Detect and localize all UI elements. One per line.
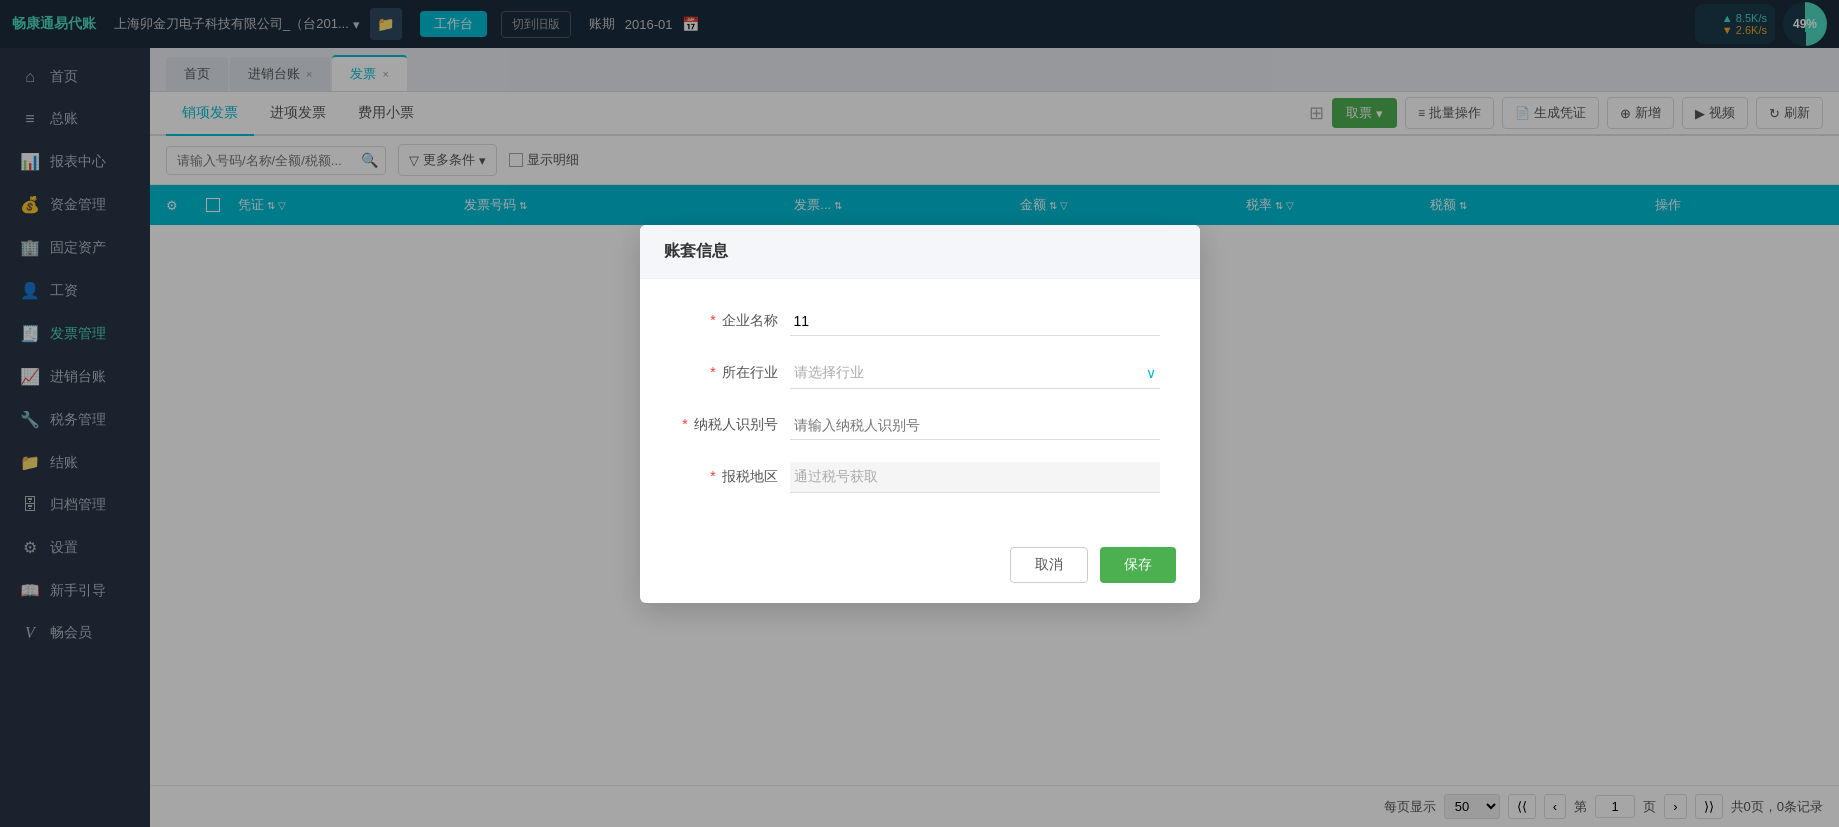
tax-region-placeholder: 通过税号获取 [794,468,878,484]
modal-overlay: 账套信息 * 企业名称 * 所在行业 请选择行业 ∨ [0,0,1839,827]
company-name-required: * [710,312,715,328]
industry-select[interactable]: 请选择行业 ∨ [790,358,1160,389]
dialog-footer: 取消 保存 [640,535,1200,603]
industry-dropdown-icon[interactable]: ∨ [1146,365,1156,381]
tax-region-label: * 报税地区 [680,468,790,486]
tax-id-required: * [682,416,687,432]
form-row-tax-region: * 报税地区 通过税号获取 [680,462,1160,493]
dialog-header: 账套信息 [640,225,1200,279]
tax-region-display: 通过税号获取 [790,462,1160,493]
company-name-label: * 企业名称 [680,312,790,330]
save-button[interactable]: 保存 [1100,547,1176,583]
tax-id-label: * 纳税人识别号 [680,416,790,434]
form-row-company: * 企业名称 [680,307,1160,336]
industry-placeholder: 请选择行业 [794,364,1146,382]
account-info-dialog: 账套信息 * 企业名称 * 所在行业 请选择行业 ∨ [640,225,1200,603]
tax-id-input[interactable] [790,411,1160,440]
form-row-industry: * 所在行业 请选择行业 ∨ [680,358,1160,389]
industry-required: * [710,364,715,380]
industry-label: * 所在行业 [680,364,790,382]
dialog-title: 账套信息 [664,242,728,259]
form-row-tax-id: * 纳税人识别号 [680,411,1160,440]
dialog-body: * 企业名称 * 所在行业 请选择行业 ∨ * [640,279,1200,535]
tax-region-required: * [710,468,715,484]
cancel-button[interactable]: 取消 [1010,547,1088,583]
company-name-input[interactable] [790,307,1160,336]
